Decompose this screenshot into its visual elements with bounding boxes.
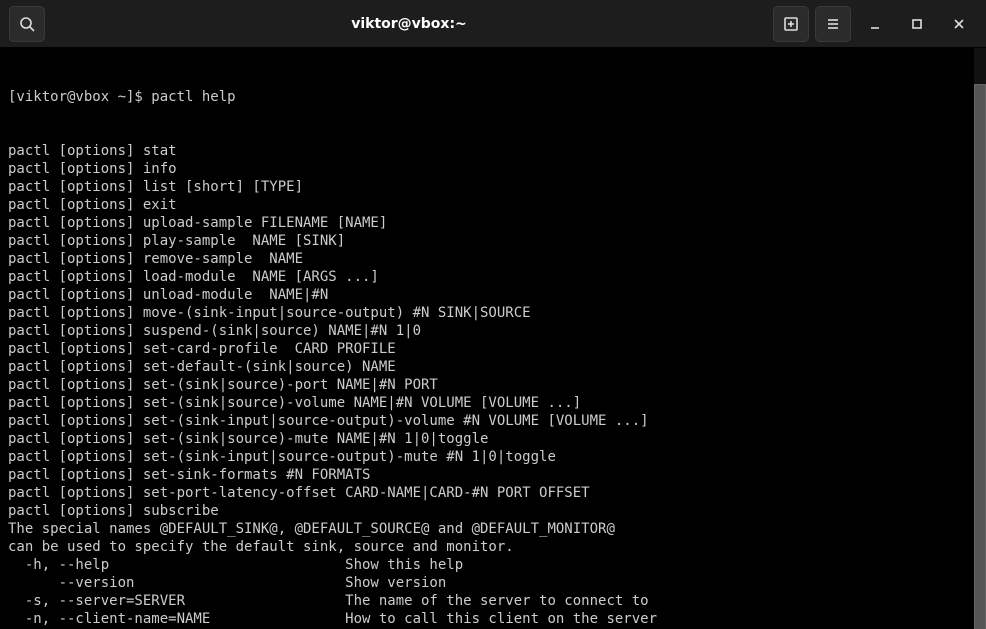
maximize-icon bbox=[909, 16, 925, 32]
window-titlebar: viktor@vbox:~ bbox=[0, 0, 986, 48]
new-tab-icon bbox=[783, 16, 799, 32]
output-line: -h, --help Show this help bbox=[8, 556, 978, 574]
output-line: pactl [options] stat bbox=[8, 142, 978, 160]
output-line: pactl [options] suspend-(sink|source) NA… bbox=[8, 322, 978, 340]
typed-command: pactl help bbox=[151, 89, 235, 105]
output-line: pactl [options] upload-sample FILENAME [… bbox=[8, 214, 978, 232]
output-line: The special names @DEFAULT_SINK@, @DEFAU… bbox=[8, 520, 978, 538]
close-icon bbox=[951, 16, 967, 32]
terminal-output: pactl [options] statpactl [options] info… bbox=[8, 142, 978, 628]
output-line: pactl [options] list [short] [TYPE] bbox=[8, 178, 978, 196]
output-line: pactl [options] info bbox=[8, 160, 978, 178]
output-line: pactl [options] subscribe bbox=[8, 502, 978, 520]
terminal-area[interactable]: [viktor@vbox ~]$ pactl help pactl [optio… bbox=[0, 48, 986, 629]
output-line: pactl [options] exit bbox=[8, 196, 978, 214]
scrollbar[interactable] bbox=[974, 48, 986, 629]
menu-button[interactable] bbox=[815, 6, 851, 42]
search-icon bbox=[19, 16, 35, 32]
output-line: pactl [options] set-(sink-input|source-o… bbox=[8, 412, 978, 430]
output-line: pactl [options] set-card-profile CARD PR… bbox=[8, 340, 978, 358]
maximize-button[interactable] bbox=[899, 6, 935, 42]
output-line: can be used to specify the default sink,… bbox=[8, 538, 978, 556]
prompt: [viktor@vbox ~]$ bbox=[8, 89, 151, 105]
output-line: pactl [options] unload-module NAME|#N bbox=[8, 286, 978, 304]
command-line: [viktor@vbox ~]$ pactl help bbox=[8, 88, 978, 106]
scrollbar-thumb[interactable] bbox=[974, 84, 986, 629]
output-line: pactl [options] remove-sample NAME bbox=[8, 250, 978, 268]
output-line: pactl [options] set-default-(sink|source… bbox=[8, 358, 978, 376]
output-line: pactl [options] set-sink-formats #N FORM… bbox=[8, 466, 978, 484]
minimize-button[interactable] bbox=[857, 6, 893, 42]
output-line: pactl [options] set-(sink-input|source-o… bbox=[8, 448, 978, 466]
minimize-icon bbox=[867, 16, 883, 32]
output-line: pactl [options] set-(sink|source)-volume… bbox=[8, 394, 978, 412]
search-button[interactable] bbox=[9, 6, 45, 42]
output-line: -n, --client-name=NAME How to call this … bbox=[8, 610, 978, 628]
output-line: pactl [options] move-(sink-input|source-… bbox=[8, 304, 978, 322]
window-title: viktor@vbox:~ bbox=[48, 16, 770, 32]
hamburger-icon bbox=[825, 16, 841, 32]
new-tab-button[interactable] bbox=[773, 6, 809, 42]
output-line: pactl [options] set-port-latency-offset … bbox=[8, 484, 978, 502]
output-line: -s, --server=SERVER The name of the serv… bbox=[8, 592, 978, 610]
output-line: pactl [options] load-module NAME [ARGS .… bbox=[8, 268, 978, 286]
output-line: pactl [options] set-(sink|source)-port N… bbox=[8, 376, 978, 394]
output-line: --version Show version bbox=[8, 574, 978, 592]
output-line: pactl [options] set-(sink|source)-mute N… bbox=[8, 430, 978, 448]
close-button[interactable] bbox=[941, 6, 977, 42]
output-line: pactl [options] play-sample NAME [SINK] bbox=[8, 232, 978, 250]
